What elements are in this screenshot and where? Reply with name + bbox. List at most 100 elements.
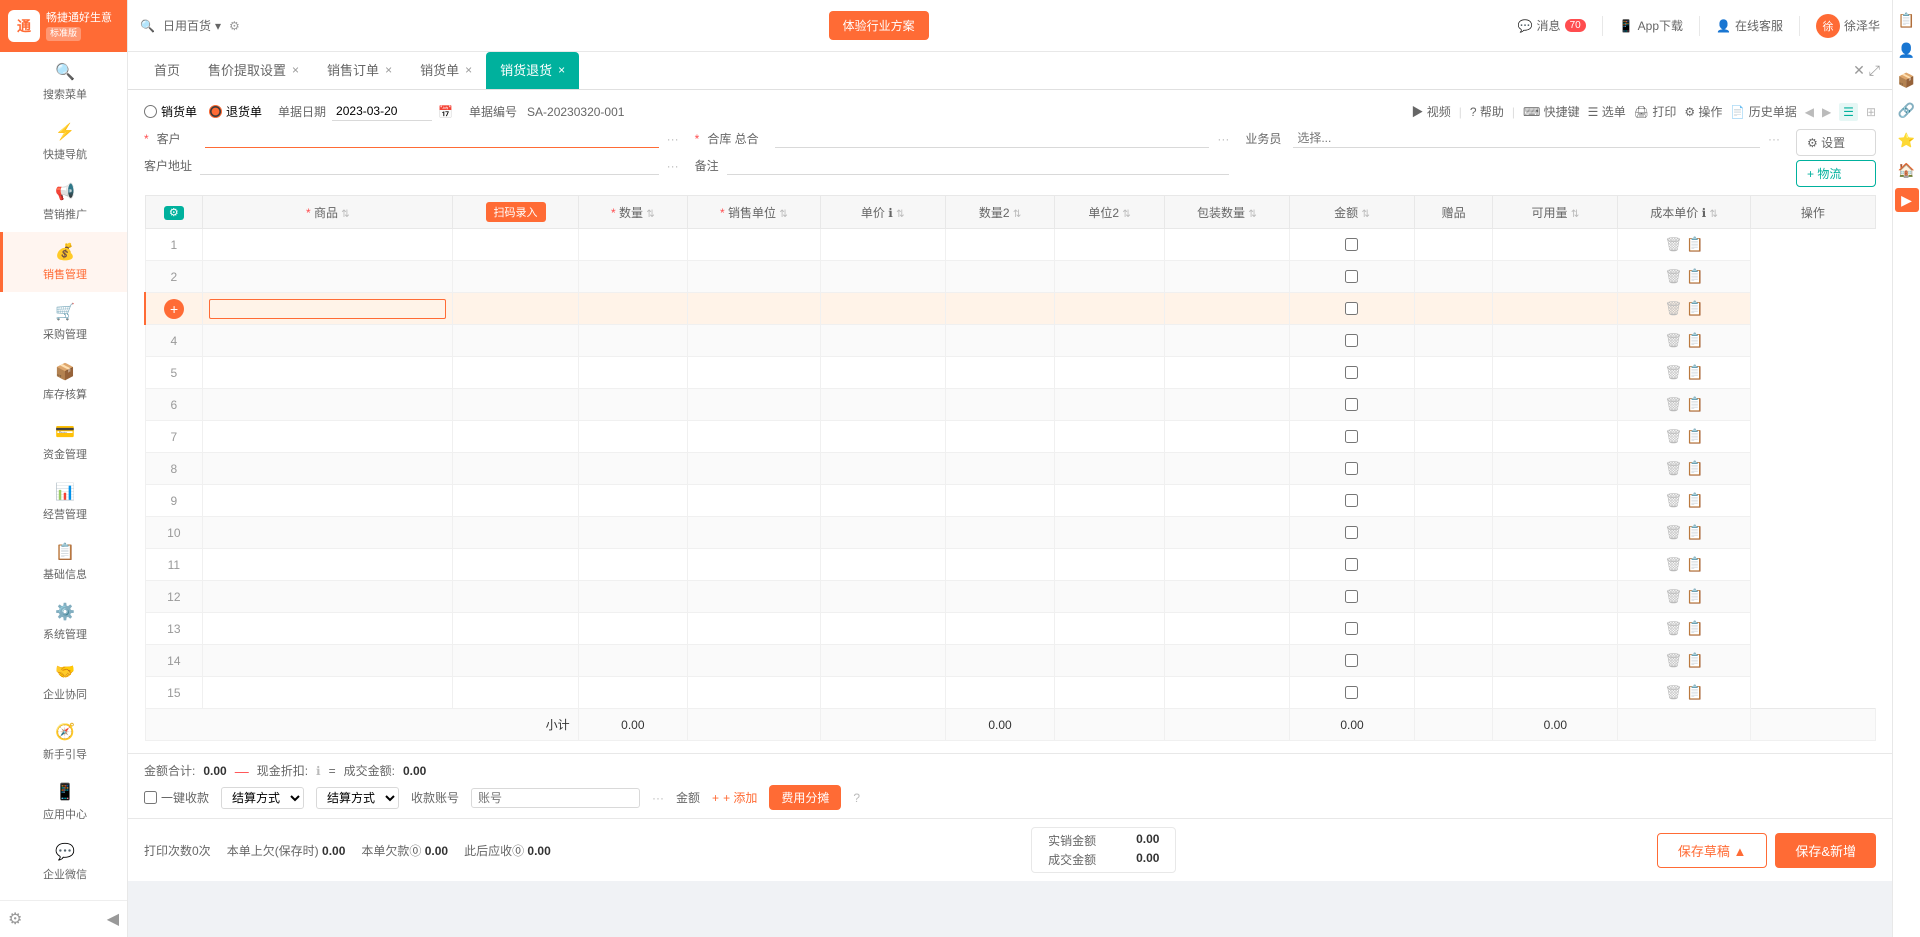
row-7-available[interactable] [1415, 421, 1493, 453]
scan-input-btn[interactable]: 扫码录入 [486, 202, 546, 222]
row-3-price[interactable] [688, 293, 821, 325]
customer-input[interactable] [205, 129, 659, 148]
delete-icon-10[interactable]: 🗑 [1664, 524, 1682, 541]
row-add-btn[interactable]: + [145, 293, 203, 325]
row-6-qty2[interactable] [820, 389, 945, 421]
row-9-product[interactable] [203, 485, 453, 517]
row-6-cost[interactable] [1493, 389, 1618, 421]
account-dots[interactable]: ··· [652, 791, 664, 805]
row-2-cost[interactable] [1493, 261, 1618, 293]
col-qty-sort[interactable]: ⇅ [646, 209, 654, 220]
delete-icon-9[interactable]: 🗑 [1664, 492, 1682, 509]
tab-sales-delivery[interactable]: 销货单 × [406, 52, 486, 89]
row-13-unit2[interactable] [945, 613, 1055, 645]
shortcut-btn[interactable]: ⌨ 快捷键 [1523, 103, 1580, 120]
row-6-product[interactable] [203, 389, 453, 421]
col-qty2-sort[interactable]: ⇅ [1013, 209, 1021, 220]
row-14-qty2[interactable] [820, 645, 945, 677]
col-gear[interactable]: ⚙ [145, 196, 203, 229]
row-6-qty[interactable] [453, 389, 578, 421]
row-5-amount[interactable] [1164, 357, 1289, 389]
delete-icon-4[interactable]: 🗑 [1664, 332, 1682, 349]
gift-checkbox-12[interactable] [1345, 590, 1358, 603]
row-8-price[interactable] [688, 453, 821, 485]
row-11-unit2[interactable] [945, 549, 1055, 581]
row-6-available[interactable] [1415, 389, 1493, 421]
row-4-amount[interactable] [1164, 325, 1289, 357]
row-13-available[interactable] [1415, 613, 1493, 645]
return-radio[interactable]: 退货单 [209, 103, 262, 120]
row-13-price[interactable] [688, 613, 821, 645]
sidebar-item-member[interactable]: 👑 畅会员 [0, 892, 127, 900]
row-4-available[interactable] [1415, 325, 1493, 357]
row-11-cost[interactable] [1493, 549, 1618, 581]
row-9-qty[interactable] [453, 485, 578, 517]
sidebar-item-appstore[interactable]: 📱 应用中心 [0, 772, 127, 832]
row-2-unit[interactable] [578, 261, 688, 293]
gift-checkbox-15[interactable] [1345, 686, 1358, 699]
row-1-amount[interactable] [1164, 229, 1289, 261]
return-radio-input[interactable] [209, 105, 222, 118]
row-7-product[interactable] [203, 421, 453, 453]
row-13-pack-qty[interactable] [1055, 613, 1165, 645]
row-1-cost[interactable] [1493, 229, 1618, 261]
row-8-cost[interactable] [1493, 453, 1618, 485]
calc-method-select[interactable]: 结算方式 [316, 787, 399, 809]
row-4-unit2[interactable] [945, 325, 1055, 357]
date-input[interactable] [332, 102, 432, 121]
row-1-qty2[interactable] [820, 229, 945, 261]
gift-checkbox-9[interactable] [1345, 494, 1358, 507]
row-10-amount[interactable] [1164, 517, 1289, 549]
message-btn[interactable]: 💬 消息 70 [1518, 17, 1586, 34]
close-sales-delivery-icon[interactable]: × [465, 63, 472, 77]
row-10-pack-qty[interactable] [1055, 517, 1165, 549]
row-14-cost[interactable] [1493, 645, 1618, 677]
row-11-qty2[interactable] [820, 549, 945, 581]
sidebar-item-basic[interactable]: 📋 基础信息 [0, 532, 127, 592]
copy-icon-10[interactable]: 📋 [1686, 524, 1703, 541]
address-dots[interactable]: ··· [667, 159, 679, 173]
video-btn[interactable]: ▶ 视频 [1411, 103, 1450, 120]
prev-icon[interactable]: ◀ [1805, 105, 1814, 119]
gift-checkbox-13[interactable] [1345, 622, 1358, 635]
row-3-product[interactable] [203, 293, 453, 325]
help-icon[interactable]: ℹ [316, 764, 321, 778]
logistics-btn[interactable]: + 物流 [1796, 160, 1876, 187]
gift-checkbox-11[interactable] [1345, 558, 1358, 571]
product-input-3[interactable] [209, 299, 446, 319]
settings-icon[interactable]: ⚙ [8, 909, 22, 929]
gift-checkbox-10[interactable] [1345, 526, 1358, 539]
row-4-cost[interactable] [1493, 325, 1618, 357]
sidebar-item-finance[interactable]: 💳 资金管理 [0, 412, 127, 472]
row-7-unit[interactable] [578, 421, 688, 453]
row-15-pack-qty[interactable] [1055, 677, 1165, 709]
row-7-qty2[interactable] [820, 421, 945, 453]
copy-icon-14[interactable]: 📋 [1686, 652, 1703, 669]
delete-icon-3[interactable]: 🗑 [1664, 300, 1682, 317]
row-12-price[interactable] [688, 581, 821, 613]
delete-icon-6[interactable]: 🗑 [1664, 396, 1682, 413]
row-3-qty[interactable] [453, 293, 578, 325]
row-10-product[interactable] [203, 517, 453, 549]
row-12-amount[interactable] [1164, 581, 1289, 613]
copy-icon-7[interactable]: 📋 [1686, 428, 1703, 445]
row-11-available[interactable] [1415, 549, 1493, 581]
tab-sales-return[interactable]: 销货退货 × [486, 52, 579, 89]
settings-btn[interactable]: ⚙ 设置 [1796, 129, 1876, 156]
gift-checkbox-8[interactable] [1345, 462, 1358, 475]
row-12-qty2[interactable] [820, 581, 945, 613]
row-4-pack-qty[interactable] [1055, 325, 1165, 357]
gift-checkbox-7[interactable] [1345, 430, 1358, 443]
row-15-qty[interactable] [453, 677, 578, 709]
row-12-cost[interactable] [1493, 581, 1618, 613]
row-12-product[interactable] [203, 581, 453, 613]
row-2-available[interactable] [1415, 261, 1493, 293]
row-10-qty[interactable] [453, 517, 578, 549]
row-9-available[interactable] [1415, 485, 1493, 517]
list-view-icon[interactable]: ☰ [1839, 103, 1858, 121]
row-14-amount[interactable] [1164, 645, 1289, 677]
row-2-unit2[interactable] [945, 261, 1055, 293]
row-13-product[interactable] [203, 613, 453, 645]
row-15-unit[interactable] [578, 677, 688, 709]
grid-view-icon[interactable]: ⊞ [1866, 105, 1876, 119]
